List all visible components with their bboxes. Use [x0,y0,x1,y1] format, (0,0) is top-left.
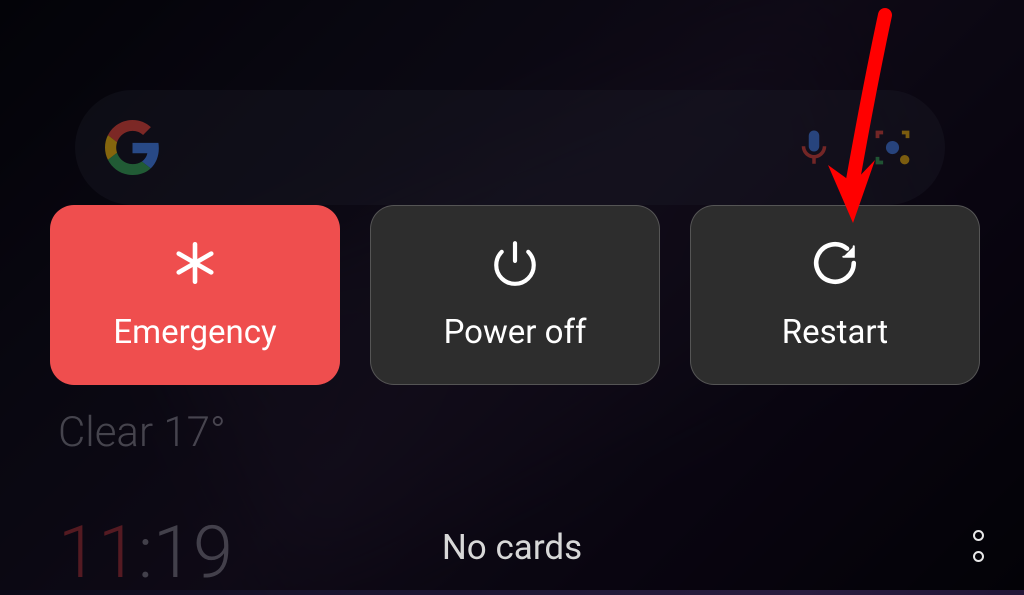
asterisk-icon [170,238,220,288]
clock-hour: 11 [58,510,138,595]
emergency-label: Emergency [113,313,276,352]
power-off-button[interactable]: Power off [370,205,660,385]
clock-widget: 11:19 [58,510,233,595]
dot-icon [973,551,984,562]
weather-status: Clear 17° [58,408,226,457]
lens-icon [870,125,915,170]
google-search-bar [75,90,945,205]
power-icon [490,238,540,288]
mic-icon [793,127,835,169]
dot-icon [973,530,984,541]
no-cards-label: No cards [442,527,582,568]
more-options-button[interactable] [973,530,984,562]
restart-button[interactable]: Restart [690,205,980,385]
power-off-label: Power off [444,313,587,352]
clock-minute: 19 [153,510,233,595]
emergency-button[interactable]: Emergency [50,205,340,385]
restart-label: Restart [782,313,888,352]
google-logo-icon [105,120,160,175]
clock-sep: : [138,510,153,595]
power-menu: Emergency Power off Restart [50,205,980,385]
restart-icon [810,238,860,288]
